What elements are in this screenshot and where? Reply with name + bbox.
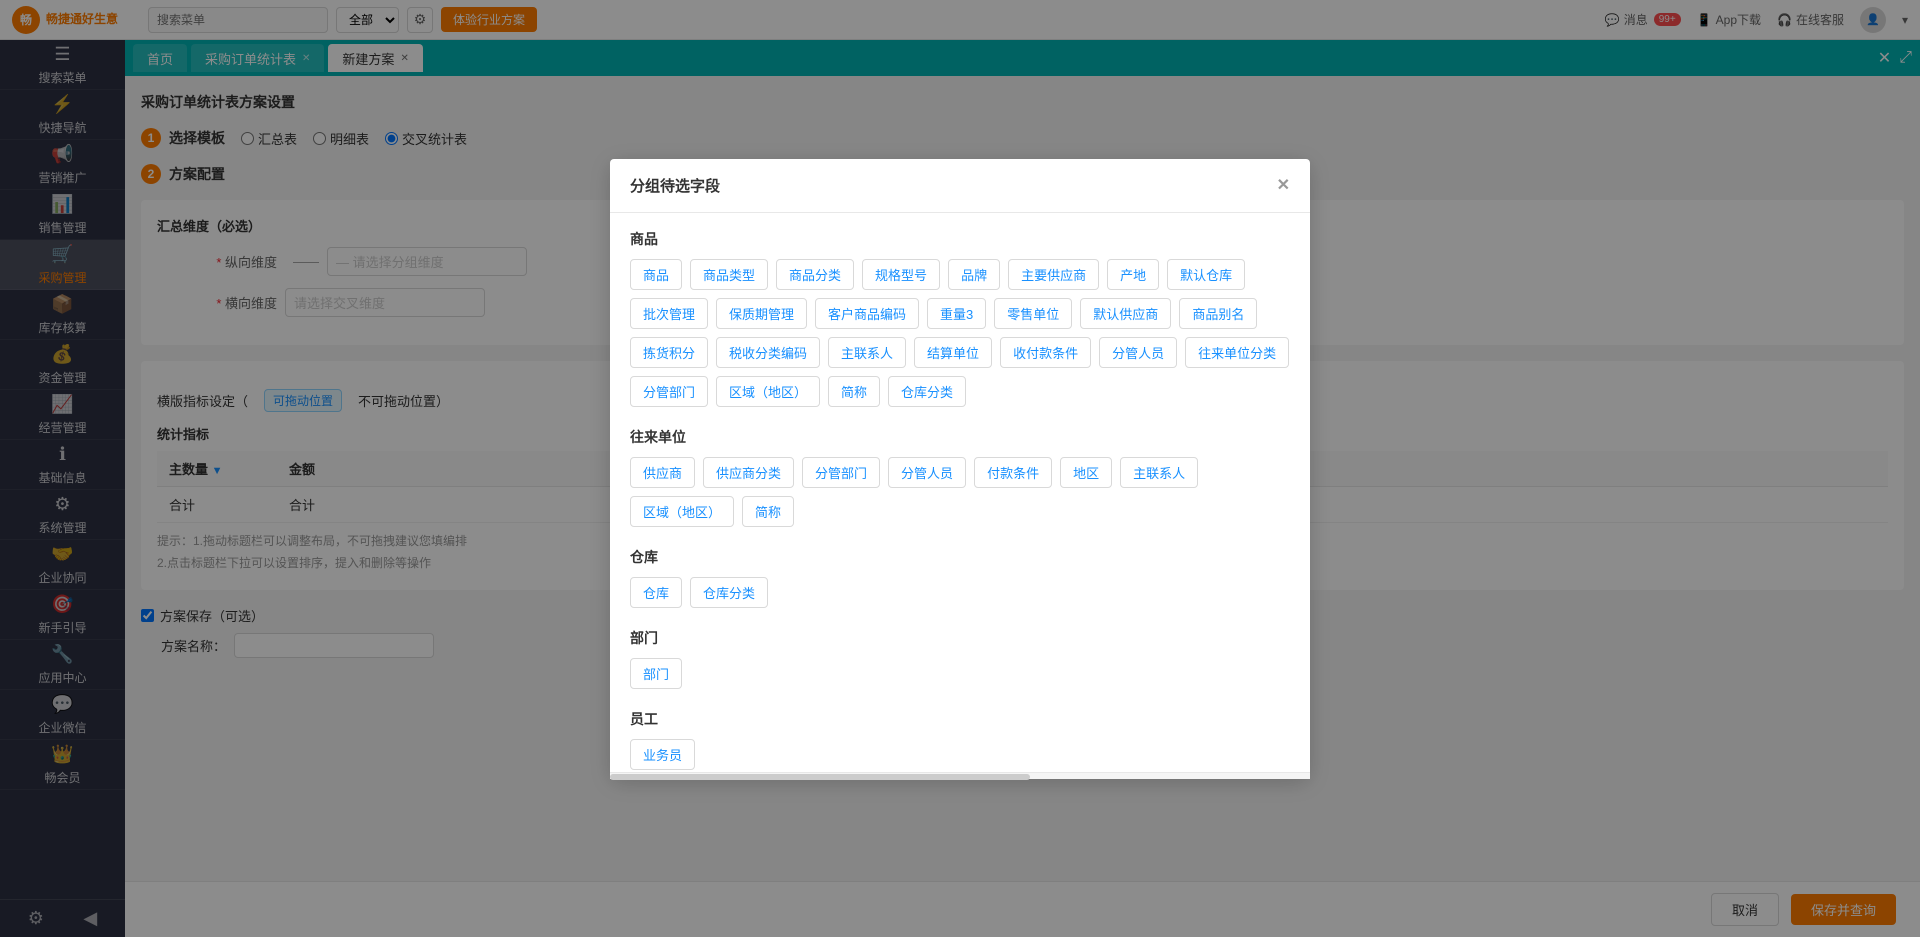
field-tags-往来单位: 供应商供应商分类分管部门分管人员付款条件地区主联系人区域（地区） 简称 <box>630 457 1290 527</box>
field-tag[interactable]: 批次管理 <box>630 298 708 329</box>
field-tag[interactable]: 付款条件 <box>974 457 1052 488</box>
field-category-title: 员工 <box>630 709 1290 729</box>
field-category-title: 部门 <box>630 628 1290 648</box>
modal-header: 分组待选字段 ✕ <box>610 159 1310 213</box>
field-tag[interactable]: 仓库分类 <box>888 376 966 407</box>
field-tag[interactable]: 分管部门 <box>630 376 708 407</box>
field-tag[interactable]: 主联系人 <box>1120 457 1198 488</box>
modal-scroll-x-thumb <box>610 774 1030 780</box>
field-tag[interactable]: 收付款条件 <box>1000 337 1091 368</box>
modal-title: 分组待选字段 <box>630 175 720 196</box>
field-tag[interactable]: 保质期管理 <box>716 298 807 329</box>
field-category-title: 仓库 <box>630 547 1290 567</box>
field-tag[interactable]: 客户商品编码 <box>815 298 919 329</box>
field-tag[interactable]: 部门 <box>630 658 682 689</box>
field-tags-部门: 部门 <box>630 658 1290 689</box>
field-category-title: 商品 <box>630 229 1290 249</box>
field-tag[interactable]: 品牌 <box>948 259 1000 290</box>
field-category-title: 往来单位 <box>630 427 1290 447</box>
field-tag[interactable]: 地区 <box>1060 457 1112 488</box>
field-tag[interactable]: 默认仓库 <box>1167 259 1245 290</box>
field-tag[interactable]: 简称 <box>828 376 880 407</box>
field-tag[interactable]: 分管部门 <box>802 457 880 488</box>
field-tag[interactable]: 仓库分类 <box>690 577 768 608</box>
field-tag[interactable]: 零售单位 <box>994 298 1072 329</box>
field-tag[interactable]: 业务员 <box>630 739 695 770</box>
modal-close-icon[interactable]: ✕ <box>1277 175 1290 195</box>
field-tag[interactable]: 供应商分类 <box>703 457 794 488</box>
modal-scroll-x[interactable] <box>610 772 1310 779</box>
modal-overlay: 分组待选字段 ✕ 商品商品商品类型商品分类规格型号品牌主要供应商产地默认仓库批次… <box>0 0 1920 937</box>
field-tag[interactable]: 仓库 <box>630 577 682 608</box>
field-tags-仓库: 仓库仓库分类 <box>630 577 1290 608</box>
field-tag[interactable]: 主要供应商 <box>1008 259 1099 290</box>
field-tag[interactable]: 商品别名 <box>1179 298 1257 329</box>
field-tag[interactable]: 分管人员 <box>1099 337 1177 368</box>
field-category-商品: 商品商品商品类型商品分类规格型号品牌主要供应商产地默认仓库批次管理保质期管理客户… <box>630 229 1290 407</box>
field-tag[interactable]: 重量3 <box>927 298 986 329</box>
field-tags-员工: 业务员 <box>630 739 1290 770</box>
field-tag[interactable]: 分管人员 <box>888 457 966 488</box>
modal-body: 商品商品商品类型商品分类规格型号品牌主要供应商产地默认仓库批次管理保质期管理客户… <box>610 213 1310 772</box>
field-category-员工: 员工业务员 <box>630 709 1290 770</box>
field-tag[interactable]: 简称 <box>742 496 794 527</box>
field-tag[interactable]: 往来单位分类 <box>1185 337 1289 368</box>
field-tag[interactable]: 结算单位 <box>914 337 992 368</box>
field-select-modal: 分组待选字段 ✕ 商品商品商品类型商品分类规格型号品牌主要供应商产地默认仓库批次… <box>610 159 1310 779</box>
field-tag[interactable]: 主联系人 <box>828 337 906 368</box>
field-tag[interactable]: 默认供应商 <box>1080 298 1171 329</box>
field-tag[interactable]: 商品类型 <box>690 259 768 290</box>
field-category-部门: 部门部门 <box>630 628 1290 689</box>
field-tag[interactable]: 商品 <box>630 259 682 290</box>
field-tag[interactable]: 商品分类 <box>776 259 854 290</box>
field-tag[interactable]: 规格型号 <box>862 259 940 290</box>
field-tag[interactable]: 区域（地区） <box>630 496 734 527</box>
field-tag[interactable]: 区域（地区） <box>716 376 820 407</box>
field-category-仓库: 仓库仓库仓库分类 <box>630 547 1290 608</box>
field-tag[interactable]: 供应商 <box>630 457 695 488</box>
field-category-往来单位: 往来单位供应商供应商分类分管部门分管人员付款条件地区主联系人区域（地区） 简称 <box>630 427 1290 527</box>
field-tag[interactable]: 拣货积分 <box>630 337 708 368</box>
field-tag[interactable]: 税收分类编码 <box>716 337 820 368</box>
field-tags-商品: 商品商品类型商品分类规格型号品牌主要供应商产地默认仓库批次管理保质期管理客户商品… <box>630 259 1290 407</box>
field-tag[interactable]: 产地 <box>1107 259 1159 290</box>
